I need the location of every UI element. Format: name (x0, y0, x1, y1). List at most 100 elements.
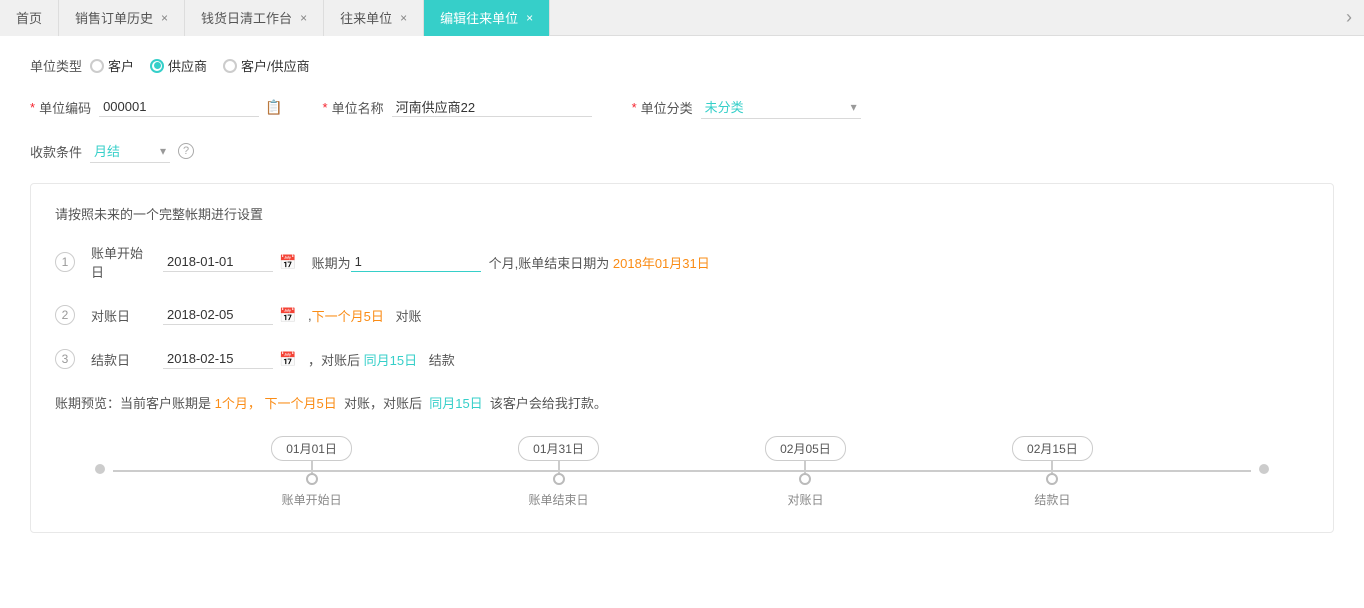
tab-cash-work[interactable]: 钱货日清工作台 × (185, 0, 324, 36)
tab-bar: 首页 销售订单历史 × 钱货日清工作台 × 往来单位 × 编辑往来单位 × › (0, 0, 1364, 36)
step-1-num: 1 (55, 252, 75, 272)
tl-right-circle (1259, 464, 1269, 474)
timeline-left-dot (95, 464, 105, 474)
tab-partner-unit[interactable]: 往来单位 × (324, 0, 424, 36)
tl-label-1: 账单开始日 (282, 491, 342, 508)
step-1-label: 账单开始日 (91, 243, 151, 281)
step-3-highlight: 同月15日 (360, 350, 417, 369)
step-3-suffix1: ，对账后 (304, 350, 360, 369)
unit-type-label: 单位类型 (30, 56, 82, 75)
payment-terms-label: 收款条件 (30, 142, 82, 161)
tab-sales-order-history-label: 销售订单历史 (75, 8, 153, 27)
tab-sales-order-history[interactable]: 销售订单历史 × (59, 0, 185, 36)
tab-cash-work-label: 钱货日清工作台 (201, 8, 292, 27)
step-1-period-input[interactable] (351, 252, 481, 272)
unit-type-radio-group: 客户 供应商 客户/供应商 (90, 56, 310, 75)
tab-cash-work-close[interactable]: × (300, 11, 307, 25)
step-row-2: 2 对账日 📅 , 下一个月5日 对账 (55, 305, 1309, 325)
tl-dot-4 (1046, 473, 1058, 485)
tl-dot-1 (306, 473, 318, 485)
payment-terms-dropdown[interactable]: 月结 ▾ (90, 139, 170, 163)
radio-customer-label: 客户 (108, 56, 134, 75)
timeline-node-2: 01月31日 账单结束日 (518, 436, 599, 508)
tl-label-3: 对账日 (787, 491, 823, 508)
step-2-num: 2 (55, 305, 75, 325)
tl-left-circle (95, 464, 105, 474)
main-content: 单位类型 客户 供应商 客户/供应商 * 单位编码 📋 * 单位名称 (0, 36, 1364, 608)
unit-code-star: * (30, 100, 35, 115)
tab-edit-partner-unit-close[interactable]: × (526, 11, 533, 25)
timeline-right-dot (1259, 464, 1269, 474)
tab-sales-order-history-close[interactable]: × (161, 11, 168, 25)
unit-info-row: * 单位编码 📋 * 单位名称 * 单位分类 未分类 ▾ (30, 95, 1334, 119)
unit-category-arrow: ▾ (851, 100, 857, 114)
radio-both-label: 客户/供应商 (241, 56, 310, 75)
radio-supplier-label: 供应商 (168, 56, 207, 75)
preview-row: 账期预览：当前客户账期是 1个月， 下一个月5日 对账，对账后 同月15日 该客… (55, 393, 1309, 412)
step-2-suffix2: 对账 (392, 306, 422, 325)
tl-date-4: 02月15日 (1012, 436, 1093, 461)
step-3-cal-icon[interactable]: 📅 (279, 351, 296, 368)
payment-terms-value: 月结 (94, 141, 156, 160)
preview-mid2: 对账，对账后 (340, 396, 422, 411)
unit-name-star: * (323, 100, 328, 115)
tl-date-3: 02月05日 (765, 436, 846, 461)
unit-category-star: * (632, 100, 637, 115)
tab-partner-unit-label: 往来单位 (340, 8, 392, 27)
unit-category-group: * 单位分类 未分类 ▾ (632, 95, 861, 119)
step-3-suffix2: 结款 (425, 350, 455, 369)
tl-dot-3 (799, 473, 811, 485)
step-1-end-date: 2018年01月31日 (609, 253, 709, 272)
timeline-node-3: 02月05日 对账日 (765, 436, 846, 508)
radio-both-circle (223, 59, 237, 73)
step-2-date-input[interactable] (163, 305, 273, 325)
step-row-1: 1 账单开始日 📅 账期为 个月,账单结束日期为 2018年01月31日 (55, 243, 1309, 281)
tab-edit-partner-unit-label: 编辑往来单位 (440, 8, 518, 27)
tl-date-1: 01月01日 (271, 436, 352, 461)
step-1-date-input[interactable] (163, 252, 273, 272)
unit-code-icon[interactable]: 📋 (265, 99, 282, 116)
step-3-label: 结款日 (91, 350, 151, 369)
tab-more-button[interactable]: › (1334, 0, 1364, 36)
unit-category-label: 单位分类 (641, 98, 693, 117)
tab-home-label: 首页 (16, 8, 42, 27)
step-1-cal-icon[interactable]: 📅 (279, 254, 296, 271)
radio-customer[interactable]: 客户 (90, 56, 134, 75)
step-1-suffix-before: 账期为 (304, 253, 350, 272)
unit-code-input[interactable] (99, 97, 259, 117)
unit-code-label: 单位编码 (39, 98, 91, 117)
tl-date-2: 01月31日 (518, 436, 599, 461)
radio-supplier-circle (150, 59, 164, 73)
step-2-label: 对账日 (91, 306, 151, 325)
step-2-cal-icon[interactable]: 📅 (279, 307, 296, 324)
payment-terms-help[interactable]: ? (178, 143, 194, 159)
unit-name-input[interactable] (392, 97, 592, 117)
timeline-node-4: 02月15日 结款日 (1012, 436, 1093, 508)
step-3-num: 3 (55, 349, 75, 369)
unit-code-group: * 单位编码 📋 (30, 97, 283, 117)
tl-stem-4 (1051, 461, 1053, 473)
step-2-highlight: 下一个月5日 (312, 306, 384, 325)
timeline-nodes: 01月01日 账单开始日 01月31日 账单结束日 02月05日 (95, 436, 1269, 508)
payment-terms-arrow: ▾ (160, 144, 166, 158)
step-2-suffix1: , (304, 308, 311, 323)
period-box: 请按照未来的一个完整帐期进行设置 1 账单开始日 📅 账期为 个月,账单结束日期… (30, 183, 1334, 533)
tl-stem-2 (558, 461, 560, 473)
preview-end: 同月15日 (426, 396, 483, 411)
preview-mid: 下一个月5日 (265, 396, 337, 411)
step-3-date-input[interactable] (163, 349, 273, 369)
preview-prefix: 账期预览：当前客户账期是 (55, 396, 211, 411)
radio-supplier[interactable]: 供应商 (150, 56, 207, 75)
tl-stem-1 (311, 461, 313, 473)
tl-dot-2 (553, 473, 565, 485)
tab-partner-unit-close[interactable]: × (400, 11, 407, 25)
unit-category-dropdown[interactable]: 未分类 ▾ (701, 95, 861, 119)
tab-home[interactable]: 首页 (0, 0, 59, 36)
radio-both[interactable]: 客户/供应商 (223, 56, 310, 75)
unit-type-row: 单位类型 客户 供应商 客户/供应商 (30, 56, 1334, 75)
tl-stem-3 (804, 461, 806, 473)
unit-category-value: 未分类 (705, 97, 847, 116)
step-1-suffix-after: 个月,账单结束日期为 (489, 253, 610, 272)
tab-edit-partner-unit[interactable]: 编辑往来单位 × (424, 0, 550, 36)
tl-label-2: 账单结束日 (529, 491, 589, 508)
